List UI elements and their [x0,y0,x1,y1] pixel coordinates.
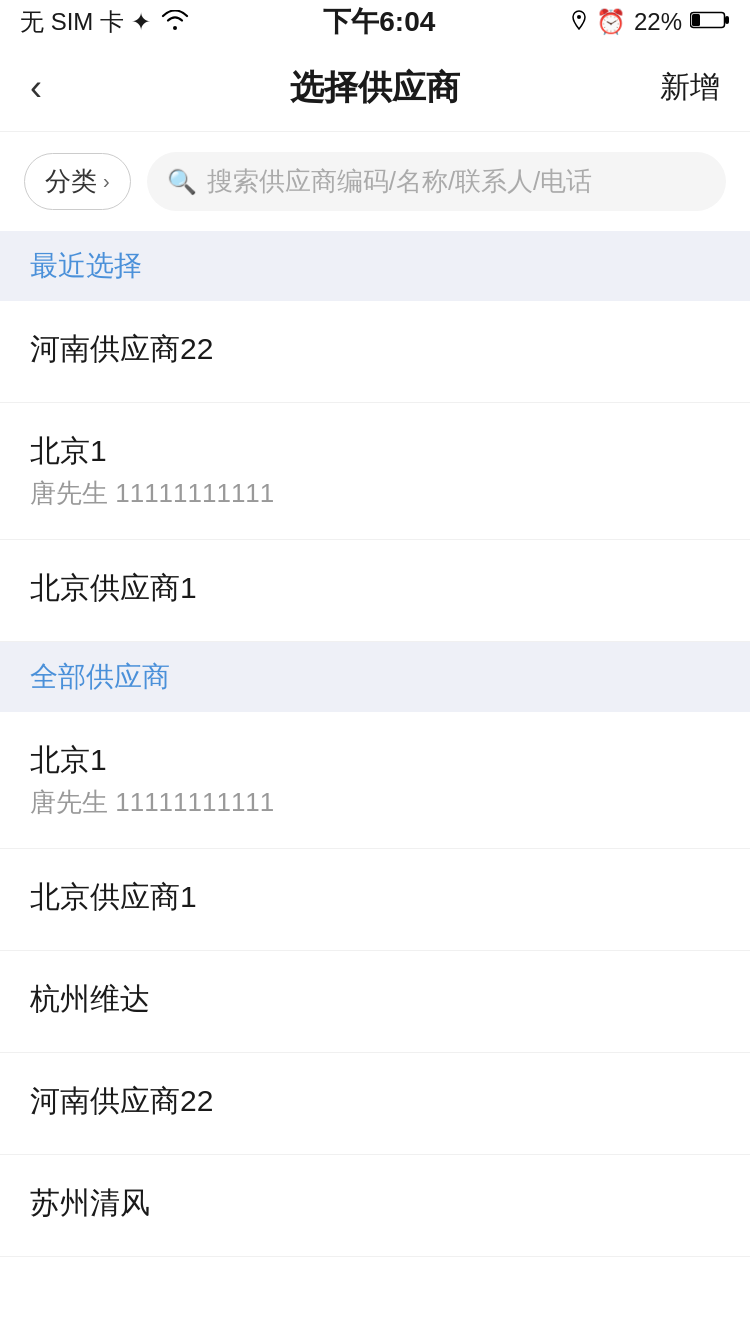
list-item[interactable]: 河南供应商22 [0,1053,750,1155]
item-name: 河南供应商22 [30,329,720,370]
item-name: 杭州维达 [30,979,720,1020]
new-action-button[interactable]: 新增 [640,67,720,108]
category-filter-button[interactable]: 分类 › [24,153,131,210]
list-item[interactable]: 苏州清风 [0,1155,750,1257]
svg-point-0 [577,15,581,19]
item-name: 苏州清风 [30,1183,720,1224]
search-placeholder-text: 搜索供应商编码/名称/联系人/电话 [207,164,593,199]
search-icon: 🔍 [167,168,197,196]
list-item[interactable]: 北京供应商1 [0,540,750,642]
back-button[interactable]: ‹ [30,67,110,109]
filter-bar: 分类 › 🔍 搜索供应商编码/名称/联系人/电话 [0,132,750,231]
list-item[interactable]: 北京供应商1 [0,849,750,951]
wifi-icon [161,8,189,36]
status-right: ⏰ 22% [570,8,730,36]
nav-bar: ‹ 选择供应商 新增 [0,44,750,132]
clock-icon: ⏰ [596,8,626,36]
page-title: 选择供应商 [290,65,460,111]
recent-list: 河南供应商22 北京1 唐先生 11111111111 北京供应商1 [0,301,750,642]
status-time: 下午6:04 [323,3,435,41]
item-name: 北京1 [30,431,720,472]
item-sub: 唐先生 11111111111 [30,476,720,511]
search-box[interactable]: 🔍 搜索供应商编码/名称/联系人/电话 [147,152,726,211]
item-name: 河南供应商22 [30,1081,720,1122]
list-item[interactable]: 河南供应商22 [0,301,750,403]
category-label: 分类 [45,164,97,199]
all-list: 北京1 唐先生 11111111111 北京供应商1 杭州维达河南供应商22 苏州清风 [0,712,750,1257]
list-item[interactable]: 杭州维达 [0,951,750,1053]
battery-label: 22% [634,8,682,36]
sim-label: 无 SIM 卡 ✦ [20,6,151,38]
item-name: 北京1 [30,740,720,781]
status-left: 无 SIM 卡 ✦ [20,6,189,38]
list-item[interactable]: 北京1 唐先生 11111111111 [0,403,750,540]
all-section-header: 全部供应商 [0,642,750,712]
chevron-right-icon: › [103,170,110,193]
status-bar: 无 SIM 卡 ✦ 下午6:04 ⏰ 22% [0,0,750,44]
svg-rect-3 [725,16,729,24]
list-item[interactable]: 北京1 唐先生 11111111111 [0,712,750,849]
svg-rect-2 [692,14,700,26]
item-name: 北京供应商1 [30,568,720,609]
location-icon [570,8,588,36]
recent-section-header: 最近选择 [0,231,750,301]
item-sub: 唐先生 11111111111 [30,785,720,820]
battery-icon [690,8,730,36]
item-name: 北京供应商1 [30,877,720,918]
